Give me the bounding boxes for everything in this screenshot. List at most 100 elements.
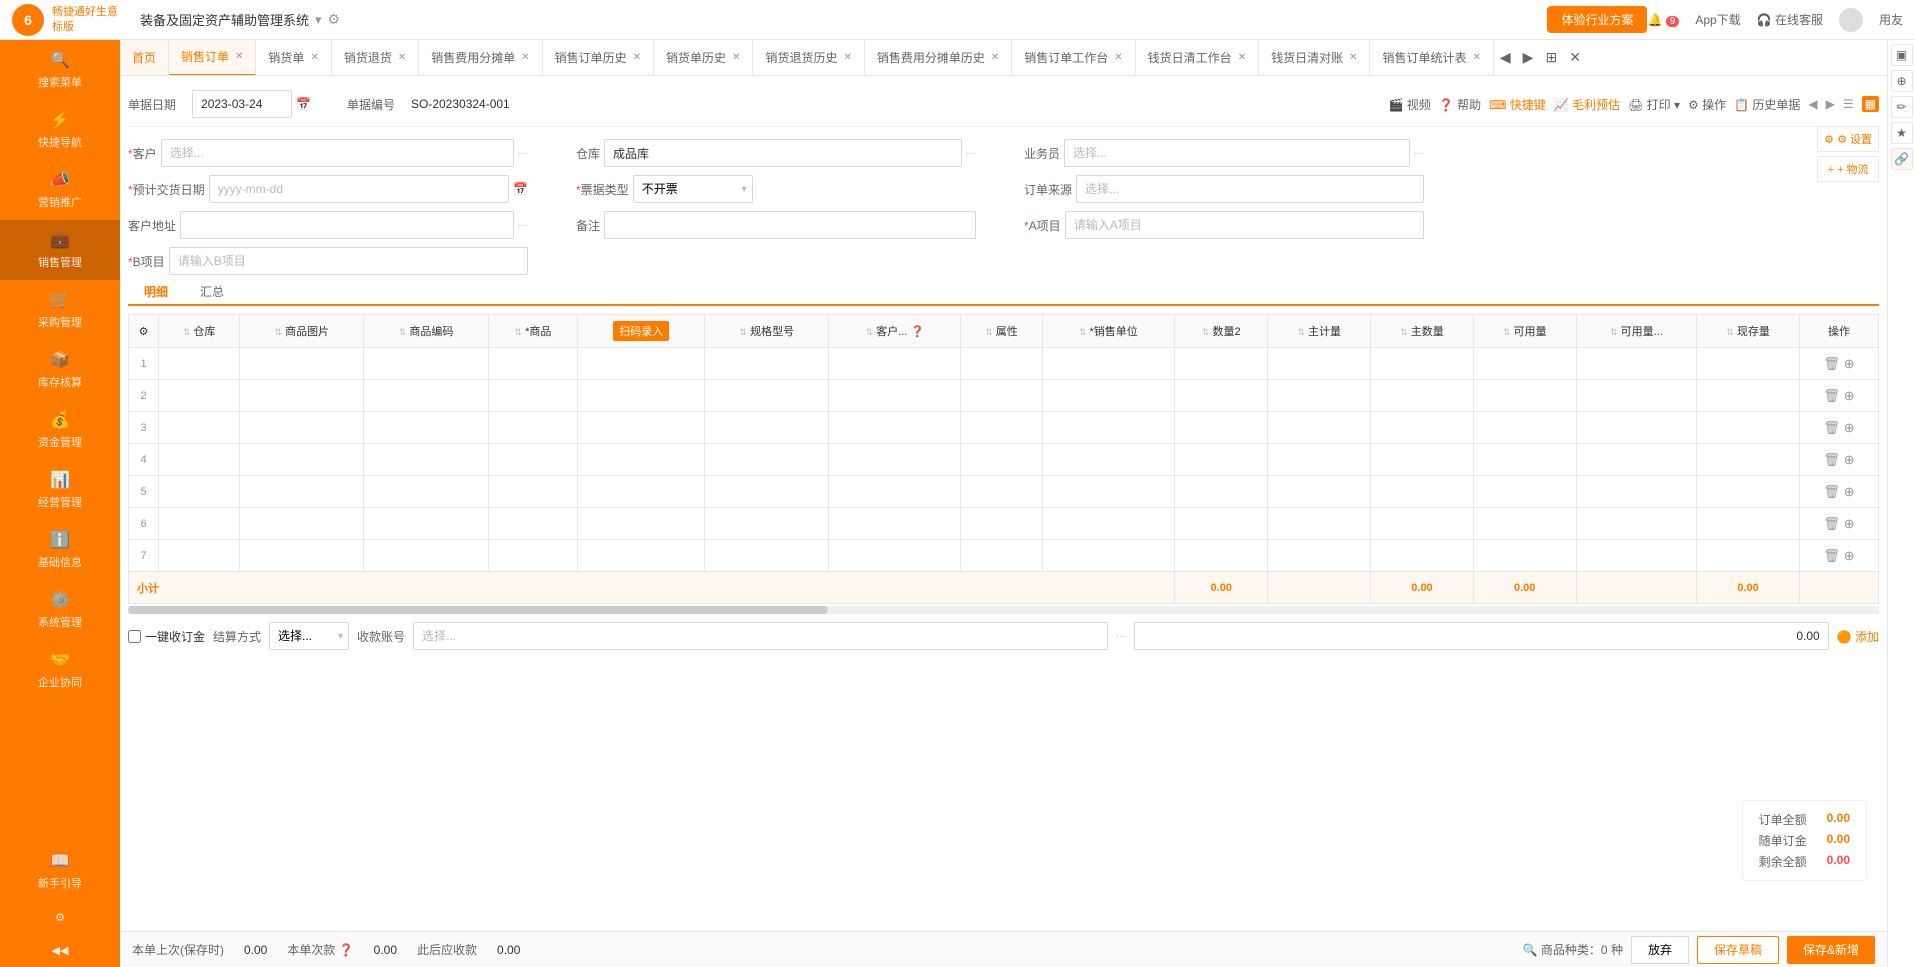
col-unit[interactable]: ⇅ *销售单位 [1042, 315, 1175, 348]
online-support-link[interactable]: 🎧 在线客服 [1757, 11, 1823, 28]
tab-sales-return[interactable]: 销货退货 ✕ [332, 40, 419, 76]
form-view-btn[interactable]: ▦ [1862, 96, 1879, 112]
col-available[interactable]: ⇅ 可用量 [1473, 315, 1576, 348]
sidebar-item-guide[interactable]: 📖 新手引导 [0, 841, 120, 901]
delivery-calendar-icon[interactable]: 📅 [513, 182, 528, 196]
sidebar-item-purchase[interactable]: 🛒 采购管理 [0, 280, 120, 340]
tab-fee-history[interactable]: 销售费用分摊单历史 ✕ [865, 40, 1012, 76]
tab-next-btn[interactable]: ▶ [1517, 49, 1540, 66]
tab-cashflow-reconcile[interactable]: 钱货日清对账 ✕ [1259, 40, 1370, 76]
staff-expand-icon[interactable]: ··· [1414, 148, 1424, 159]
tab-order-history[interactable]: 销售订单历史 ✕ [543, 40, 654, 76]
tab-close-fee-history[interactable]: ✕ [991, 52, 999, 63]
print-action[interactable]: 🖨 打印 ▾ [1628, 96, 1680, 113]
tab-home[interactable]: 首页 [120, 40, 169, 76]
sidebar-item-enterprise[interactable]: 🤝 企业协同 [0, 640, 120, 700]
col-goods[interactable]: ⇅ *商品 [488, 315, 578, 348]
profit-action[interactable]: 📈 毛利预估 [1554, 96, 1620, 113]
col-main-unit[interactable]: ⇅ 主计量 [1268, 315, 1371, 348]
tab-close-sales-fee[interactable]: ✕ [521, 52, 529, 63]
payment-checkbox[interactable] [128, 630, 141, 643]
col-image[interactable]: ⇅ 商品图片 [240, 315, 364, 348]
history-action[interactable]: 📋 历史单据 [1734, 96, 1800, 113]
col-spec[interactable]: ⇅ 规格型号 [705, 315, 829, 348]
row-delete-icon-5[interactable]: 🗑 [1823, 484, 1840, 500]
right-tool-2[interactable]: ⊕ [1891, 70, 1913, 92]
tab-close-cashflow-reconcile[interactable]: ✕ [1349, 52, 1357, 63]
bank-expand-icon[interactable]: ··· [1116, 631, 1126, 642]
row-delete-icon-4[interactable]: 🗑 [1823, 452, 1840, 468]
tab-prev-btn[interactable]: ◀ [1494, 49, 1517, 66]
view-action[interactable]: 🎬 视频 [1389, 96, 1431, 113]
col-warehouse[interactable]: ⇅ 仓库 [159, 315, 240, 348]
tab-sales-goods[interactable]: 销货单 ✕ [256, 40, 331, 76]
a-project-input[interactable] [1065, 211, 1424, 239]
row-copy-icon-1[interactable]: ⊕ [1844, 356, 1855, 372]
sidebar-item-system[interactable]: ⚙️ 系统管理 [0, 580, 120, 640]
tab-expand-btn[interactable]: ⊞ [1539, 49, 1563, 66]
settings-icon[interactable]: ⚙ [328, 11, 341, 28]
tab-sales-fee[interactable]: 销售费用分摊单 ✕ [419, 40, 542, 76]
row-delete-icon-2[interactable]: 🗑 [1823, 388, 1840, 404]
warehouse-expand-icon[interactable]: ··· [966, 148, 976, 159]
save-new-button[interactable]: 保存&新增 [1787, 936, 1875, 964]
sidebar-item-marketing[interactable]: 📣 营销推广 [0, 160, 120, 220]
calendar-icon[interactable]: 📅 [296, 97, 311, 111]
tab-goods-history[interactable]: 销货单历史 ✕ [654, 40, 753, 76]
list-view-btn[interactable]: ☰ [1843, 97, 1854, 111]
sidebar-item-finance[interactable]: 💰 资金管理 [0, 400, 120, 460]
col-qty2[interactable]: ⇅ 数量2 [1175, 315, 1268, 348]
sidebar-collapse-icon[interactable]: ◀◀ [0, 934, 120, 967]
col-settings[interactable]: ⚙ [129, 315, 159, 348]
sidebar-item-search[interactable]: 🔍 搜索菜单 [0, 40, 120, 100]
tab-order-workbench[interactable]: 销售订单工作台 ✕ [1012, 40, 1135, 76]
bank-account-input[interactable] [413, 622, 1108, 650]
row-delete-icon-1[interactable]: 🗑 [1823, 356, 1840, 372]
customer-address-input[interactable] [180, 211, 514, 239]
user-name[interactable]: 用友 [1879, 11, 1903, 28]
tab-close-order-workbench[interactable]: ✕ [1114, 52, 1122, 63]
col-main-qty[interactable]: ⇅ 主数量 [1371, 315, 1474, 348]
invoice-select[interactable]: 不开票 增值税普通发票 增值税专用发票 [633, 175, 753, 203]
col-attr[interactable]: ⇅ 属性 [961, 315, 1042, 348]
address-expand-icon[interactable]: ··· [518, 220, 528, 231]
row-delete-icon-7[interactable]: 🗑 [1823, 548, 1840, 564]
solution-button[interactable]: 体验行业方案 [1547, 6, 1647, 33]
sidebar-item-sales[interactable]: 💼 销售管理 [0, 220, 120, 280]
col-code[interactable]: ⇅ 商品编码 [364, 315, 488, 348]
payment-amount-input[interactable] [1134, 622, 1829, 650]
operate-action[interactable]: ⚙ 操作 [1688, 96, 1726, 113]
discard-button[interactable]: 放弃 [1631, 936, 1689, 964]
tab-close-return-history[interactable]: ✕ [843, 52, 851, 63]
date-input[interactable] [192, 90, 292, 118]
table-scrollbar[interactable] [128, 606, 1879, 614]
row-copy-icon-7[interactable]: ⊕ [1844, 548, 1855, 564]
nav-next-btn[interactable]: ▶ [1826, 97, 1835, 111]
staff-input[interactable] [1064, 139, 1410, 167]
tab-close-sales-order[interactable]: ✕ [235, 51, 243, 62]
expand-icon[interactable]: ▾ [315, 12, 322, 28]
customer-expand-icon[interactable]: ··· [518, 148, 528, 159]
order-source-input[interactable] [1076, 175, 1424, 203]
sidebar-item-operation[interactable]: 📊 经营管理 [0, 460, 120, 520]
col-available2[interactable]: ⇅ 可用量... [1576, 315, 1697, 348]
tab-cashflow-workbench[interactable]: 钱货日清工作台 ✕ [1136, 40, 1259, 76]
logistics-button[interactable]: + + 物流 [1817, 156, 1879, 182]
tab-close-order-stat[interactable]: ✕ [1473, 52, 1481, 63]
nav-prev-btn[interactable]: ◀ [1808, 97, 1817, 111]
add-payment-link[interactable]: 🟠 添加 [1837, 628, 1879, 645]
row-copy-icon-3[interactable]: ⊕ [1844, 420, 1855, 436]
row-copy-icon-2[interactable]: ⊕ [1844, 388, 1855, 404]
right-tool-4[interactable]: ★ [1891, 122, 1913, 144]
help-action[interactable]: ❓ 帮助 [1439, 96, 1481, 113]
row-copy-icon-5[interactable]: ⊕ [1844, 484, 1855, 500]
tab-close-cashflow-workbench[interactable]: ✕ [1238, 52, 1246, 63]
delivery-date-input[interactable] [209, 175, 509, 203]
col-scan[interactable]: 扫码录入 [578, 315, 705, 348]
row-copy-icon-6[interactable]: ⊕ [1844, 516, 1855, 532]
tab-close-goods-history[interactable]: ✕ [732, 52, 740, 63]
warehouse-input[interactable] [604, 139, 962, 167]
right-tool-3[interactable]: ✏ [1891, 96, 1913, 118]
customer-input[interactable] [161, 139, 514, 167]
b-project-input[interactable] [169, 247, 528, 275]
